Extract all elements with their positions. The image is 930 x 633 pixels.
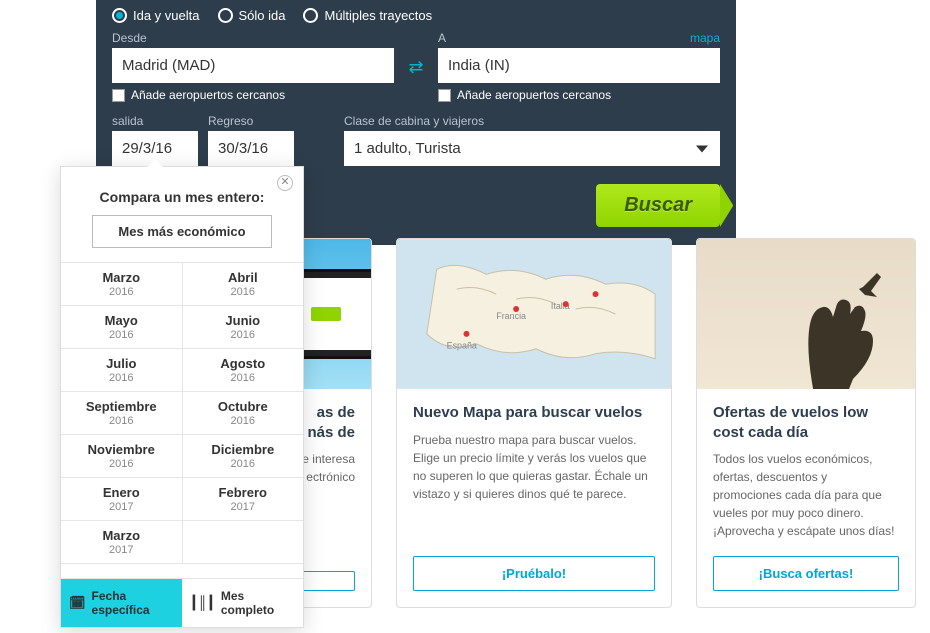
return-label: Regreso <box>208 114 294 128</box>
europe-map-icon: España Francia Italia <box>397 239 671 389</box>
month-cell[interactable]: Enero2017 <box>61 478 183 520</box>
tab-whole-month[interactable]: ┃║┃Mes completo <box>182 579 303 627</box>
from-input[interactable] <box>112 48 394 83</box>
month-cell[interactable]: Marzo2016 <box>61 263 183 305</box>
month-cell[interactable]: Octubre2016 <box>183 392 304 434</box>
return-input[interactable] <box>208 131 294 166</box>
month-cell[interactable]: Marzo2017 <box>61 521 183 563</box>
month-cell[interactable]: Abril2016 <box>183 263 304 305</box>
card-title: Ofertas de vuelos low cost cada día <box>713 403 899 442</box>
radio-oneway[interactable]: Sólo ida <box>218 8 286 23</box>
card-title: Nuevo Mapa para buscar vuelos <box>413 403 655 423</box>
month-cell[interactable]: Noviembre2016 <box>61 435 183 477</box>
from-label: Desde <box>112 31 394 45</box>
from-nearby-checkbox[interactable] <box>112 89 125 102</box>
radio-roundtrip[interactable]: Ida y vuelta <box>112 8 200 23</box>
month-grid: Marzo2016Abril2016Mayo2016Junio2016Julio… <box>61 262 303 564</box>
to-label: Amapa <box>438 31 720 45</box>
card-cta-button[interactable]: ¡Busca ofertas! <box>713 556 899 591</box>
month-picker-popup: ✕ Compara un mes entero: Mes más económi… <box>60 166 304 628</box>
to-nearby-label: Añade aeropuertos cercanos <box>457 88 611 102</box>
to-nearby-checkbox[interactable] <box>438 89 451 102</box>
month-cell[interactable]: Febrero2017 <box>183 478 304 520</box>
trip-type-radios: Ida y vuelta Sólo ida Múltiples trayecto… <box>112 8 720 23</box>
card-text: Prueba nuestro mapa para buscar vuelos. … <box>413 431 655 541</box>
calendar-title: Compara un mes entero: <box>61 189 303 205</box>
close-icon[interactable]: ✕ <box>277 175 293 191</box>
radio-multi[interactable]: Múltiples trayectos <box>303 8 432 23</box>
month-cell <box>183 521 304 563</box>
promo-card-2: España Francia Italia Nuevo Mapa para bu… <box>396 238 672 608</box>
cheapest-month-button[interactable]: Mes más económico <box>92 215 272 248</box>
svg-text:Francia: Francia <box>496 311 526 321</box>
month-cell[interactable]: Agosto2016 <box>183 349 304 391</box>
card-image-map: España Francia Italia <box>397 239 671 389</box>
map-link[interactable]: mapa <box>690 31 720 45</box>
cabin-select[interactable] <box>344 131 720 166</box>
card-text: Todos los vuelos económicos, ofertas, de… <box>713 450 899 540</box>
search-button[interactable]: Buscar <box>596 184 720 227</box>
from-nearby-label: Añade aeropuertos cercanos <box>131 88 285 102</box>
card-image-hand-plane <box>697 239 915 389</box>
month-cell[interactable]: Mayo2016 <box>61 306 183 348</box>
month-cell[interactable]: Diciembre2016 <box>183 435 304 477</box>
hand-plane-icon <box>755 259 895 389</box>
tab-specific-date[interactable]: 🗓Fecha específica <box>61 579 182 627</box>
month-cell[interactable]: Julio2016 <box>61 349 183 391</box>
card-cta-button[interactable]: ¡Pruébalo! <box>413 556 655 591</box>
depart-label: salida <box>112 114 198 128</box>
to-input[interactable] <box>438 48 720 83</box>
cabin-label: Clase de cabina y viajeros <box>344 114 720 128</box>
calendar-icon: 🗓 <box>69 595 86 611</box>
month-cell[interactable]: Junio2016 <box>183 306 304 348</box>
svg-text:España: España <box>447 341 477 351</box>
promo-card-3: Ofertas de vuelos low cost cada día Todo… <box>696 238 916 608</box>
swap-icon[interactable]: ⇄ <box>404 53 428 83</box>
bars-icon: ┃║┃ <box>190 595 215 611</box>
month-cell[interactable]: Septiembre2016 <box>61 392 183 434</box>
